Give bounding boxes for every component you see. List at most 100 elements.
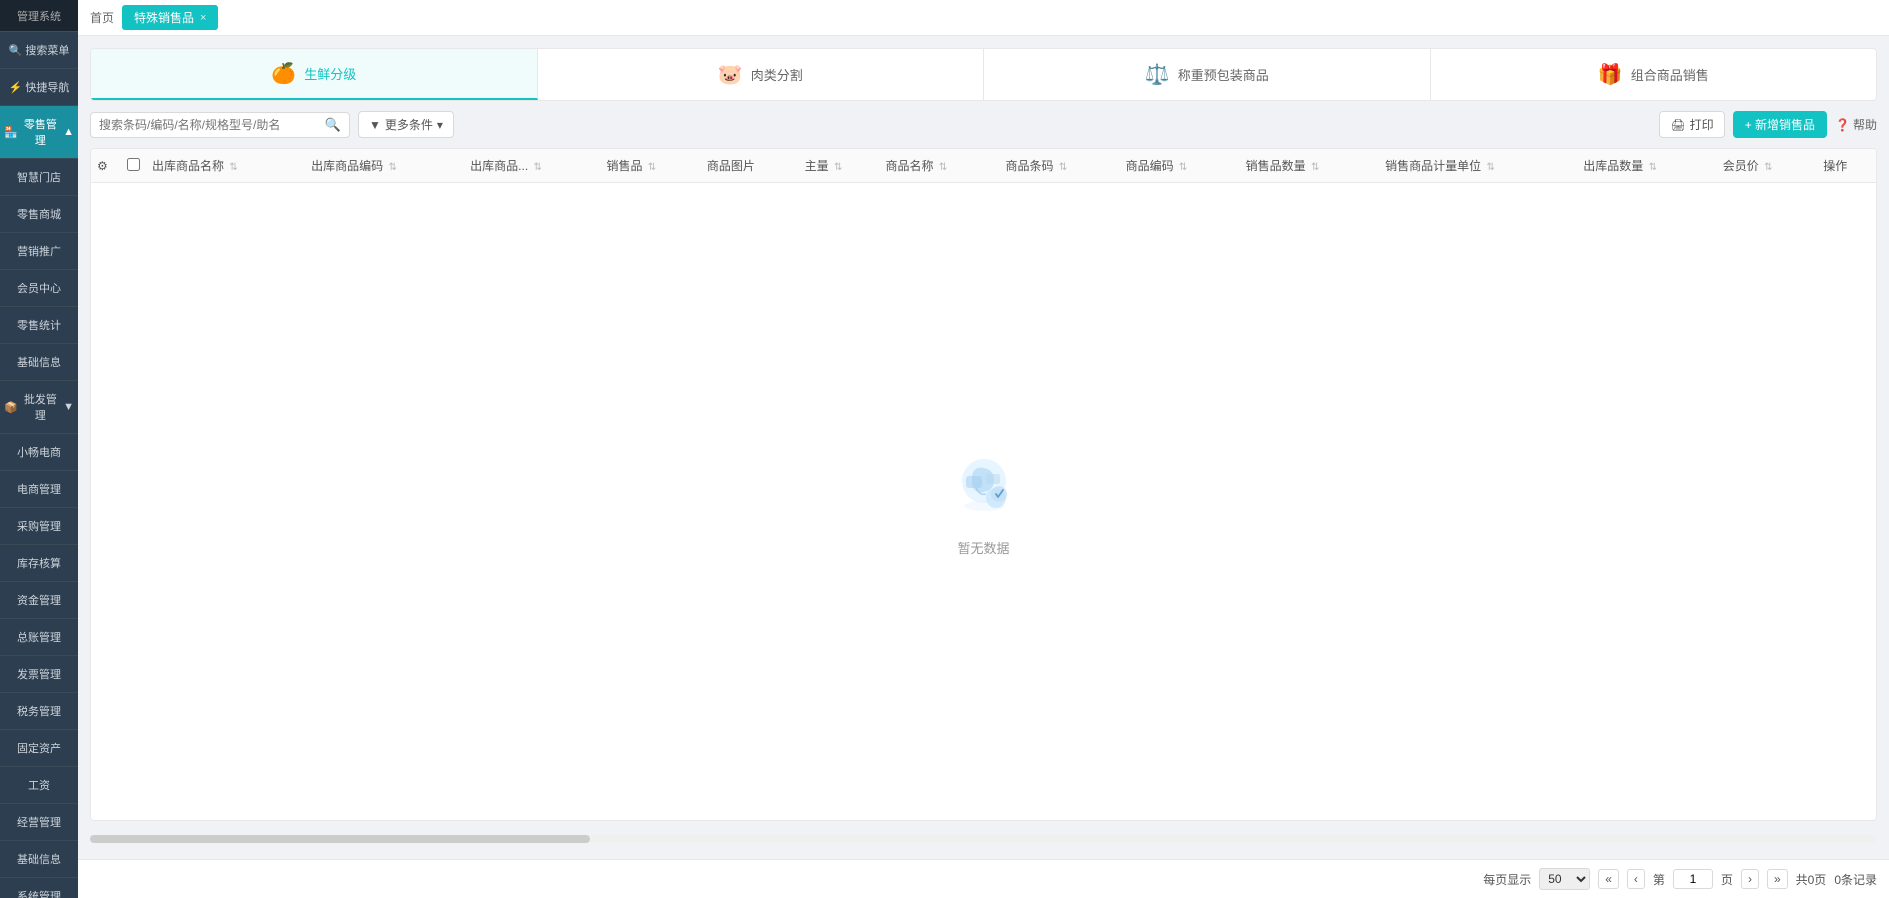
add-product-button[interactable]: + 新增销售品	[1733, 111, 1827, 138]
sidebar-item-label: 零售商城	[17, 206, 61, 222]
horizontal-scrollbar[interactable]	[90, 835, 1877, 843]
help-button[interactable]: ❓ 帮助	[1835, 116, 1877, 133]
col-out-name-label: 出库商品名称	[152, 159, 224, 173]
col-out-spec-label: 出库商品...	[470, 159, 528, 173]
sidebar-item-salary[interactable]: 工资	[0, 767, 78, 804]
sort-arrows-sale-unit[interactable]: ⇅	[1486, 162, 1494, 173]
sidebar-item-quicknav[interactable]: ⚡ 快捷导航	[0, 69, 78, 106]
wholesale-arrow-icon: ▼	[63, 401, 74, 413]
sidebar-item-label: 采购管理	[17, 518, 61, 534]
sidebar-item-invoice[interactable]: 发票管理	[0, 656, 78, 693]
help-label: 帮助	[1853, 116, 1877, 133]
sort-arrows-sale-qty[interactable]: ⇅	[1311, 162, 1319, 173]
sidebar-item-marketing[interactable]: 营销推广	[0, 233, 78, 270]
col-out-qty: 出库品数量 ⇅	[1577, 149, 1717, 183]
sidebar-item-ecommerce-small[interactable]: 小畅电商	[0, 434, 78, 471]
search-input[interactable]	[99, 118, 319, 132]
home-breadcrumb[interactable]: 首页	[90, 9, 114, 26]
page-suffix: 页	[1721, 871, 1733, 888]
sort-arrows-barcode[interactable]: ⇅	[1059, 162, 1067, 173]
settings-icon: ⚙	[97, 159, 108, 173]
sidebar-item-members[interactable]: 会员中心	[0, 270, 78, 307]
print-button[interactable]: 🖨 打印	[1659, 111, 1724, 138]
sidebar-item-label: 快捷导航	[25, 79, 69, 95]
add-label: + 新增销售品	[1745, 116, 1815, 133]
last-page-button[interactable]: »	[1767, 869, 1788, 889]
active-tab-label: 特殊销售品	[134, 9, 194, 26]
sort-arrows-product-code[interactable]: ⇅	[1179, 162, 1187, 173]
first-page-button[interactable]: «	[1598, 869, 1619, 889]
sidebar-item-smartstore[interactable]: 智慧门店	[0, 159, 78, 196]
cat-tab-combo-label: 组合商品销售	[1631, 65, 1709, 84]
sidebar-item-finance[interactable]: 资金管理	[0, 582, 78, 619]
per-page-select[interactable]: 20 50 100	[1539, 868, 1590, 890]
sidebar-item-label: 固定资产	[17, 740, 61, 756]
col-sale-product: 销售品 ⇅	[600, 149, 700, 183]
wholesale-icon: 📦	[4, 401, 18, 414]
sidebar-item-retailstats[interactable]: 零售统计	[0, 307, 78, 344]
next-page-button[interactable]: ›	[1741, 869, 1759, 889]
col-sale-unit: 销售商品计量单位 ⇅	[1379, 149, 1577, 183]
sidebar-item-purchase[interactable]: 采购管理	[0, 508, 78, 545]
data-table-container: ⚙ 出库商品名称 ⇅ 出库商品编码 ⇅	[90, 148, 1877, 821]
search-menu-icon: 🔍	[9, 44, 23, 57]
sidebar-item-ecommerce-mgmt[interactable]: 电商管理	[0, 471, 78, 508]
search-box[interactable]: 🔍	[90, 112, 350, 138]
sidebar-item-sysadmin[interactable]: 系统管理	[0, 878, 78, 898]
sidebar-logo: 管理系统	[0, 0, 78, 32]
cat-tab-fresh[interactable]: 🍊 生鲜分级	[91, 49, 538, 100]
sidebar-item-label: 会员中心	[17, 280, 61, 296]
sidebar-item-retailmall[interactable]: 零售商城	[0, 196, 78, 233]
sort-arrows-sale-product[interactable]: ⇅	[648, 162, 656, 173]
sidebar-item-operations[interactable]: 经营管理	[0, 804, 78, 841]
cat-tab-combo[interactable]: 🎁 组合商品销售	[1431, 49, 1877, 100]
sidebar-item-ledger[interactable]: 总账管理	[0, 619, 78, 656]
col-checkbox[interactable]	[121, 149, 146, 183]
sidebar-item-retail[interactable]: 🏪 零售管理 ▲	[0, 106, 78, 159]
sort-arrows-out-qty[interactable]: ⇅	[1649, 162, 1657, 173]
sidebar-item-basicinfo2[interactable]: 基础信息	[0, 841, 78, 878]
filter-button[interactable]: ▼ 更多条件 ▾	[358, 111, 454, 138]
sidebar-item-search[interactable]: 🔍 搜索菜单	[0, 32, 78, 69]
total-records: 0条记录	[1834, 871, 1877, 888]
tab-close-icon[interactable]: ×	[200, 12, 206, 24]
prev-page-button[interactable]: ‹	[1627, 869, 1645, 889]
per-page-label: 每页显示	[1483, 871, 1531, 888]
page-content: 🍊 生鲜分级 🐷 肉类分割 ⚖️ 称重预包装商品 🎁 组合商品销售 🔍	[78, 36, 1889, 859]
col-gear[interactable]: ⚙	[91, 149, 121, 183]
empty-text: 暂无数据	[957, 538, 1009, 557]
sidebar-item-fixedassets[interactable]: 固定资产	[0, 730, 78, 767]
help-icon: ❓	[1835, 118, 1850, 132]
sort-arrows-out-code[interactable]: ⇅	[388, 162, 396, 173]
col-product-barcode-label: 商品条码	[1006, 159, 1054, 173]
meat-icon: 🐷	[718, 62, 743, 87]
top-bar: 首页 特殊销售品 ×	[78, 0, 1889, 36]
sidebar-item-inventory[interactable]: 库存核算	[0, 545, 78, 582]
select-all-checkbox[interactable]	[127, 158, 140, 171]
cat-tab-meat[interactable]: 🐷 肉类分割	[538, 49, 985, 100]
sort-arrows-member-price[interactable]: ⇅	[1764, 162, 1772, 173]
sidebar-item-label: 总账管理	[17, 629, 61, 645]
scrollbar-thumb[interactable]	[90, 835, 590, 843]
sort-arrows-out-name[interactable]: ⇅	[229, 162, 237, 173]
col-product-name-label: 商品名称	[886, 159, 934, 173]
sort-arrows-product-name[interactable]: ⇅	[939, 162, 947, 173]
sort-arrows-out-spec[interactable]: ⇅	[534, 162, 542, 173]
col-action: 操作	[1817, 149, 1876, 183]
col-product-code-label: 商品编码	[1126, 159, 1174, 173]
sidebar-item-tax[interactable]: 税务管理	[0, 693, 78, 730]
empty-icon	[944, 446, 1024, 526]
active-tab[interactable]: 特殊销售品 ×	[122, 5, 218, 30]
page-number-input[interactable]	[1673, 869, 1713, 889]
col-weight: 主量 ⇅	[799, 149, 880, 183]
sidebar-item-basicinfo[interactable]: 基础信息	[0, 344, 78, 381]
search-icon[interactable]: 🔍	[325, 117, 341, 133]
cat-tab-weighed[interactable]: ⚖️ 称重预包装商品	[984, 49, 1431, 100]
pagination: 每页显示 20 50 100 « ‹ 第 页 › » 共0页 0条记录	[78, 859, 1889, 898]
sidebar-item-wholesale[interactable]: 📦 批发管理 ▼	[0, 381, 78, 434]
col-sale-qty-label: 销售品数量	[1246, 159, 1306, 173]
sort-arrows-weight[interactable]: ⇅	[834, 162, 842, 173]
combo-icon: 🎁	[1598, 62, 1623, 87]
category-tabs: 🍊 生鲜分级 🐷 肉类分割 ⚖️ 称重预包装商品 🎁 组合商品销售	[90, 48, 1877, 101]
total-pages: 共0页	[1796, 871, 1827, 888]
